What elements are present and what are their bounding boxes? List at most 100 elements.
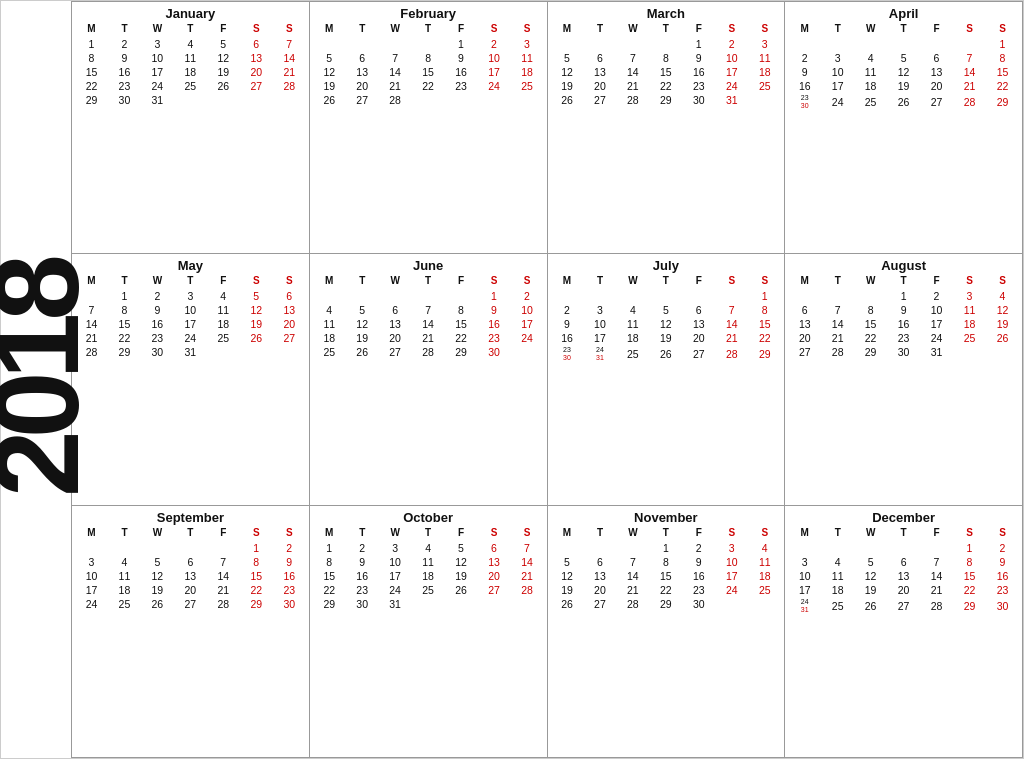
calendar-cell [141, 541, 174, 555]
calendar-cell [551, 37, 584, 51]
calendar-cell [240, 345, 273, 359]
calendar-cell: 22 [412, 79, 445, 93]
calendar-cell: 18 [207, 317, 240, 331]
calendar-cell: 23 [478, 331, 511, 345]
calendar-cell: 7 [953, 51, 986, 65]
calendar-cell [412, 37, 445, 51]
calendar-cell: 28 [273, 79, 306, 93]
calendar-cell: 18 [313, 331, 346, 345]
calendar-cell: 10 [379, 555, 412, 569]
calendar-cell: 3 [715, 541, 748, 555]
calendar-cell [616, 541, 649, 555]
calendar-cell: 29 [649, 597, 682, 611]
month-march: MarchMTWTFSS1235678910111213141516171819… [548, 2, 786, 254]
calendar-cell: 5 [551, 555, 584, 569]
calendar-cell: 22 [854, 331, 887, 345]
calendar-cell: 11 [207, 303, 240, 317]
day-header: T [174, 526, 207, 539]
day-header: S [478, 274, 511, 287]
calendar-cell [821, 37, 854, 51]
calendar-cell: 9 [682, 51, 715, 65]
day-header: M [788, 274, 821, 287]
month-title: October [313, 508, 544, 526]
calendar-cell: 29 [75, 93, 108, 107]
calendar-cell [616, 37, 649, 51]
calendar-cell: 4 [207, 289, 240, 303]
day-header: M [551, 274, 584, 287]
calendar-cell: 2 [551, 303, 584, 317]
calendar-cell: 22 [313, 583, 346, 597]
calendar-cell: 8 [986, 51, 1019, 65]
day-header: F [445, 526, 478, 539]
calendar-cell: 21 [953, 79, 986, 93]
calendar-cell: 3 [141, 37, 174, 51]
calendar-cell: 24 [174, 331, 207, 345]
day-header: T [346, 274, 379, 287]
month-november: NovemberMTWTFSS1234567891011121314151617… [548, 506, 786, 758]
day-header: S [478, 22, 511, 35]
calendar-cell: 28 [953, 93, 986, 110]
calendar-cell: 3 [821, 51, 854, 65]
calendar-cell: 25 [748, 583, 781, 597]
day-header: M [313, 274, 346, 287]
calendar-cell: 17 [174, 317, 207, 331]
calendar-cell [616, 289, 649, 303]
calendar-cell: 22 [240, 583, 273, 597]
day-header: T [821, 274, 854, 287]
calendar-cell [510, 345, 543, 359]
calendar-cell: 15 [445, 317, 478, 331]
calendar-cell: 16 [141, 317, 174, 331]
calendar-cell: 29 [953, 597, 986, 614]
calendar-cell: 15 [108, 317, 141, 331]
calendar-cell: 9 [445, 51, 478, 65]
day-header: F [445, 22, 478, 35]
month-february: FebruaryMTWTFSS1235678910111213141516171… [310, 2, 548, 254]
calendar-cell [854, 541, 887, 555]
calendar-cell: 13 [682, 317, 715, 331]
calendar-cell: 13 [346, 65, 379, 79]
calendar-cell [75, 541, 108, 555]
calendar-grid: JanuaryMTWTFSS12345678910111213141516171… [71, 1, 1023, 758]
calendar-cell: 1 [75, 37, 108, 51]
month-december: DecemberMTWTFSS1234567891011121314151617… [785, 506, 1023, 758]
calendar-cell: 10 [75, 569, 108, 583]
calendar-cell: 1 [478, 289, 511, 303]
day-header: T [412, 22, 445, 35]
calendar-cell: 17 [821, 79, 854, 93]
calendar-cell: 24 [379, 583, 412, 597]
calendar-cell: 18 [953, 317, 986, 331]
calendar-cell: 16 [682, 65, 715, 79]
calendar-cell: 3 [379, 541, 412, 555]
day-header: S [510, 526, 543, 539]
calendar-cell: 21 [412, 331, 445, 345]
calendar-cell: 10 [920, 303, 953, 317]
calendar-cell: 31 [715, 93, 748, 107]
calendar-cell: 25 [207, 331, 240, 345]
calendar-cell [313, 289, 346, 303]
calendar-cell [887, 37, 920, 51]
day-header: S [715, 526, 748, 539]
calendar-cell: 1 [953, 541, 986, 555]
calendar-cell [715, 289, 748, 303]
calendar-cell: 21 [207, 583, 240, 597]
calendar-cell: 11 [108, 569, 141, 583]
calendar-cell [821, 541, 854, 555]
day-header: S [240, 274, 273, 287]
day-header: F [682, 526, 715, 539]
day-header: F [207, 526, 240, 539]
calendar-cell: 30 [682, 597, 715, 611]
day-header: T [346, 22, 379, 35]
calendar-cell: 30 [478, 345, 511, 359]
calendar-cell: 29 [108, 345, 141, 359]
day-header: W [854, 274, 887, 287]
calendar-cell: 14 [616, 569, 649, 583]
calendar-cell: 7 [715, 303, 748, 317]
calendar-cell: 10 [788, 569, 821, 583]
calendar-cell: 11 [174, 51, 207, 65]
calendar-cell: 16 [445, 65, 478, 79]
calendar-cell: 17 [510, 317, 543, 331]
calendar-cell: 5 [240, 289, 273, 303]
calendar-cell: 16 [986, 569, 1019, 583]
calendar-cell: 21 [510, 569, 543, 583]
calendar-cell: 11 [412, 555, 445, 569]
